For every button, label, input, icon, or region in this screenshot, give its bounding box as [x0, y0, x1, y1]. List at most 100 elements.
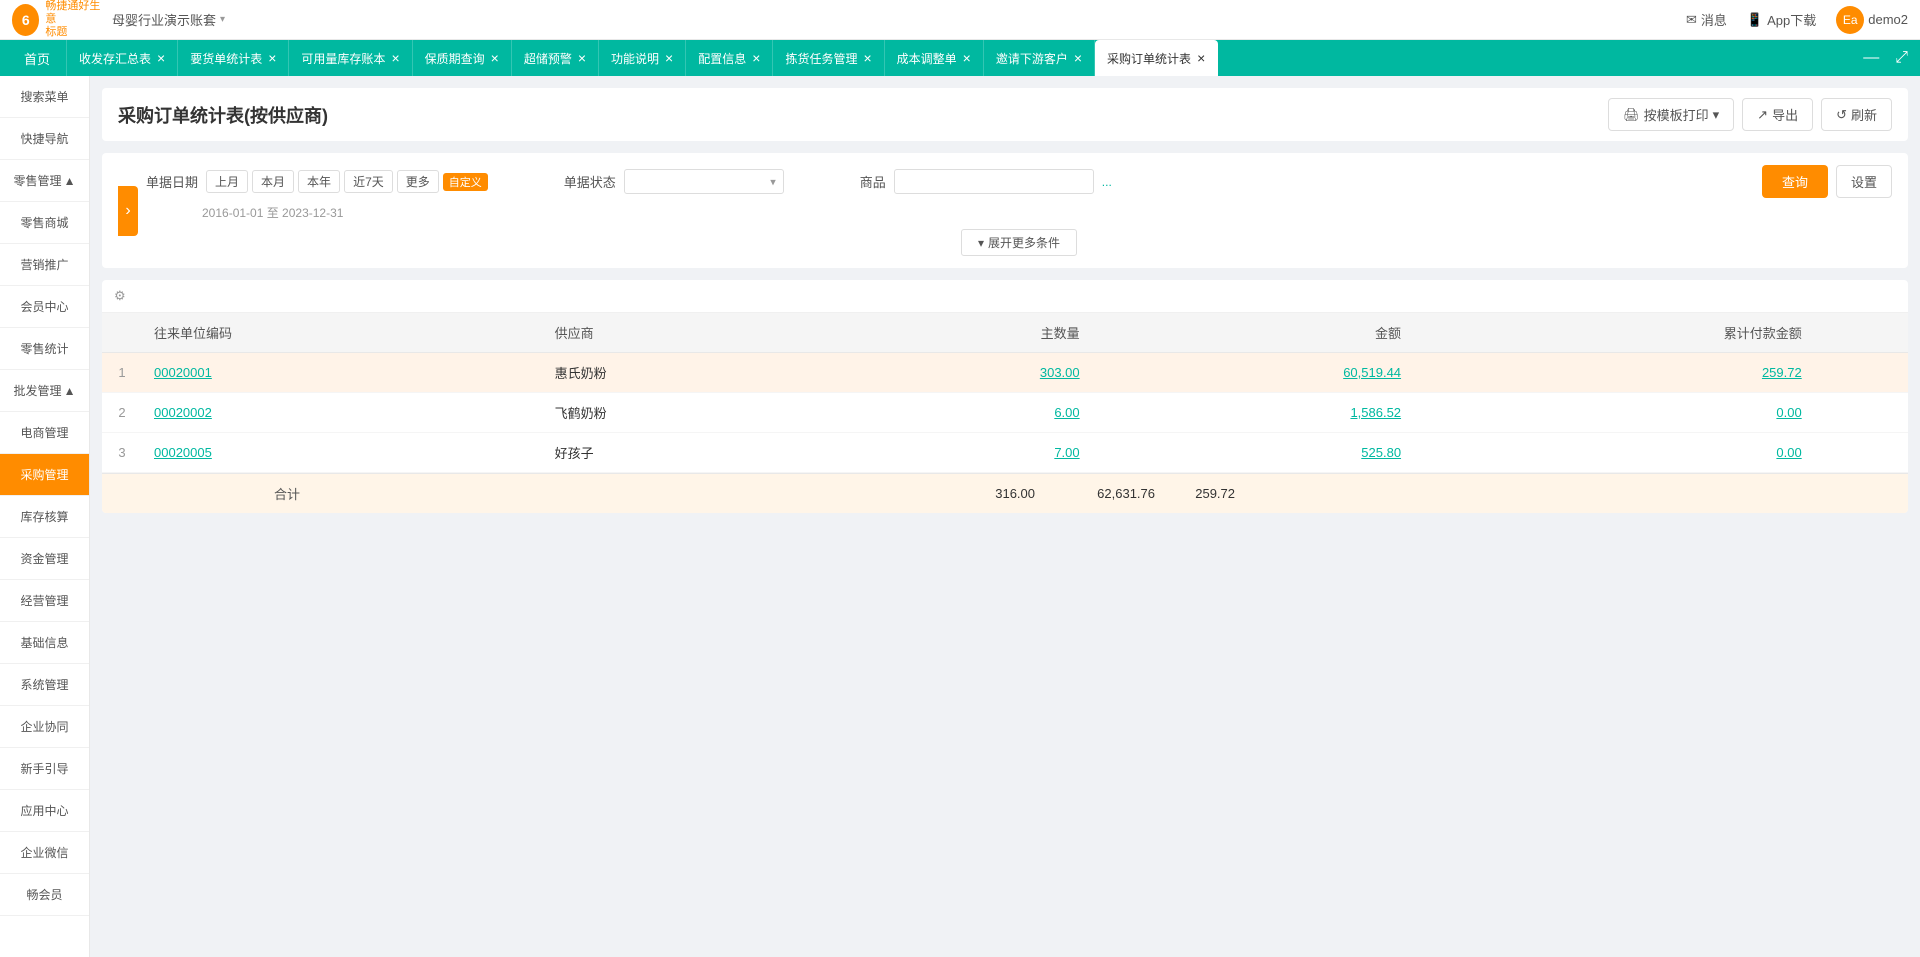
logo-icon: 6	[12, 4, 39, 36]
row-1-code: 00020001	[142, 353, 543, 393]
sidebar-item-vip[interactable]: 畅会员	[0, 874, 89, 916]
sidebar-item-finance[interactable]: 资金管理	[0, 538, 89, 580]
sidebar-item-search[interactable]: 搜索菜单	[0, 76, 89, 118]
date-btn-last-month[interactable]: 上月	[206, 170, 248, 193]
sidebar-item-inventory[interactable]: 库存核算	[0, 496, 89, 538]
col-quantity: 主数量	[841, 313, 1091, 353]
header-actions: 🖨 按模板打印 ▾ ↗ 导出 ↺ 刷新	[1608, 98, 1892, 131]
avatar-text: Ea	[1843, 13, 1858, 27]
message-button[interactable]: ✉ 消息	[1686, 10, 1727, 29]
table-footer: 合计 316.00 62,631.76 259.72	[102, 473, 1908, 513]
date-label: 单据日期	[146, 172, 198, 191]
table-settings-icon[interactable]: ⚙	[114, 288, 126, 304]
print-button[interactable]: 🖨 按模板打印 ▾	[1608, 98, 1734, 131]
sidebar-item-member[interactable]: 会员中心	[0, 286, 89, 328]
row-3-supplier: 好孩子	[543, 433, 842, 473]
arrow-icon: ▲	[64, 384, 76, 398]
sidebar-item-ops[interactable]: 经营管理	[0, 580, 89, 622]
row-1-extra	[1814, 353, 1908, 393]
status-filter: 单据状态	[564, 169, 784, 194]
row-1-supplier: 惠氏奶粉	[543, 353, 842, 393]
col-amount: 金额	[1092, 313, 1413, 353]
tab-home[interactable]: 首页	[8, 40, 67, 76]
sidebar-search-label: 搜索菜单	[8, 88, 81, 105]
workspace-selector[interactable]: 母婴行业演示账套 ▾	[112, 10, 225, 29]
status-select-wrapper	[624, 169, 784, 194]
sidebar-item-wholesale[interactable]: 批发管理 ▲	[0, 370, 89, 412]
close-icon[interactable]: ×	[391, 50, 399, 66]
sidebar-item-retail-stats[interactable]: 零售统计	[0, 328, 89, 370]
page-header: 采购订单统计表(按供应商) 🖨 按模板打印 ▾ ↗ 导出 ↺ 刷新	[102, 88, 1908, 141]
sidebar-item-app-center[interactable]: 应用中心	[0, 790, 89, 832]
tab-baozhi[interactable]: 保质期查询 ×	[413, 40, 512, 76]
tab-yaohuo[interactable]: 要货单统计表 ×	[178, 40, 289, 76]
sidebar-item-retail-shop[interactable]: 零售商城	[0, 202, 89, 244]
row-1-paid: 259.72	[1413, 353, 1814, 393]
close-icon[interactable]: ×	[268, 50, 276, 66]
maximize-icon[interactable]: ⤢	[1891, 45, 1912, 71]
sidebar-item-sys-mgmt[interactable]: 系统管理	[0, 664, 89, 706]
date-btn-this-year[interactable]: 本年	[298, 170, 340, 193]
sidebar-item-quicknav[interactable]: 快捷导航	[0, 118, 89, 160]
logo-text: 畅捷通好生意 标题	[45, 0, 102, 39]
expand-conditions-button[interactable]: ▾ 展开更多条件	[961, 229, 1077, 256]
close-icon[interactable]: ×	[752, 50, 760, 66]
date-btn-this-month[interactable]: 本月	[252, 170, 294, 193]
tab-keyongliang[interactable]: 可用量库存账本 ×	[289, 40, 412, 76]
minimize-icon[interactable]: —	[1859, 45, 1883, 71]
row-2-amount: 1,586.52	[1092, 393, 1413, 433]
settings-button[interactable]: 设置	[1836, 165, 1892, 198]
close-icon[interactable]: ×	[491, 50, 499, 66]
close-icon[interactable]: ×	[578, 50, 586, 66]
close-icon[interactable]: ×	[1197, 50, 1205, 66]
sidebar-item-enterprise-wechat[interactable]: 企业微信	[0, 832, 89, 874]
sidebar-item-ecommerce[interactable]: 电商管理	[0, 412, 89, 454]
status-select[interactable]	[624, 169, 784, 194]
date-range-display: 2016-01-01 至 2023-12-31	[202, 204, 343, 221]
date-btn-7days[interactable]: 近7天	[344, 170, 393, 193]
query-button[interactable]: 查询	[1762, 165, 1828, 198]
sidebar-item-marketing[interactable]: 营销推广	[0, 244, 89, 286]
sidebar-item-new-guide[interactable]: 新手引导	[0, 748, 89, 790]
row-3-code: 00020005	[142, 433, 543, 473]
close-icon[interactable]: ×	[157, 50, 165, 66]
close-icon[interactable]: ×	[1074, 50, 1082, 66]
filter-toggle-button[interactable]: ›	[118, 186, 138, 236]
footer-label: 合计	[274, 484, 394, 503]
data-table-wrapper: ⚙ 往来单位编码 供应商 主数量 金额 累计付款金额 1	[102, 280, 1908, 513]
tab-chengben[interactable]: 成本调整单 ×	[885, 40, 984, 76]
expand-row: ▾ 展开更多条件	[146, 229, 1892, 256]
sidebar-item-purchase[interactable]: 采购管理	[0, 454, 89, 496]
col-extra	[1814, 313, 1908, 353]
app-download-button[interactable]: 📱 App下载	[1747, 10, 1816, 29]
row-3-num: 3	[102, 433, 142, 473]
tab-shoufasun[interactable]: 收发存汇总表 ×	[67, 40, 178, 76]
refresh-button[interactable]: ↺ 刷新	[1821, 98, 1892, 131]
goods-input[interactable]	[894, 169, 1094, 194]
export-icon: ↗	[1757, 107, 1768, 123]
user-menu[interactable]: Ea demo2	[1836, 6, 1908, 34]
sidebar-item-basic-info[interactable]: 基础信息	[0, 622, 89, 664]
close-icon[interactable]: ×	[963, 50, 971, 66]
data-table: 往来单位编码 供应商 主数量 金额 累计付款金额 1 00020001 惠氏奶粉…	[102, 313, 1908, 473]
tab-peizhi[interactable]: 配置信息 ×	[686, 40, 773, 76]
date-btn-more[interactable]: 更多	[397, 170, 439, 193]
row-3-amount: 525.80	[1092, 433, 1413, 473]
more-filter-button[interactable]: ...	[1102, 175, 1112, 189]
tab-caigou-active[interactable]: 采购订单统计表 ×	[1095, 40, 1218, 76]
page-title: 采购订单统计表(按供应商)	[118, 102, 328, 128]
refresh-icon: ↺	[1836, 107, 1847, 123]
sidebar-item-enterprise-collab[interactable]: 企业协同	[0, 706, 89, 748]
close-icon[interactable]: ×	[665, 50, 673, 66]
sidebar-item-retail-mgmt[interactable]: 零售管理 ▲	[0, 160, 89, 202]
main-layout: 搜索菜单 快捷导航 零售管理 ▲ 零售商城 营销推广 会员中心 零售统计 批发管…	[0, 76, 1920, 957]
row-2-extra	[1814, 393, 1908, 433]
tab-gongneng[interactable]: 功能说明 ×	[599, 40, 686, 76]
close-icon[interactable]: ×	[863, 50, 871, 66]
export-button[interactable]: ↗ 导出	[1742, 98, 1813, 131]
table-header: 往来单位编码 供应商 主数量 金额 累计付款金额	[102, 313, 1908, 353]
tab-chaochuyujing[interactable]: 超储预警 ×	[512, 40, 599, 76]
tab-yaoqing[interactable]: 邀请下游客户 ×	[984, 40, 1095, 76]
logo-area: 6 畅捷通好生意 标题	[12, 0, 102, 39]
tab-jianhuo[interactable]: 拣货任务管理 ×	[773, 40, 884, 76]
